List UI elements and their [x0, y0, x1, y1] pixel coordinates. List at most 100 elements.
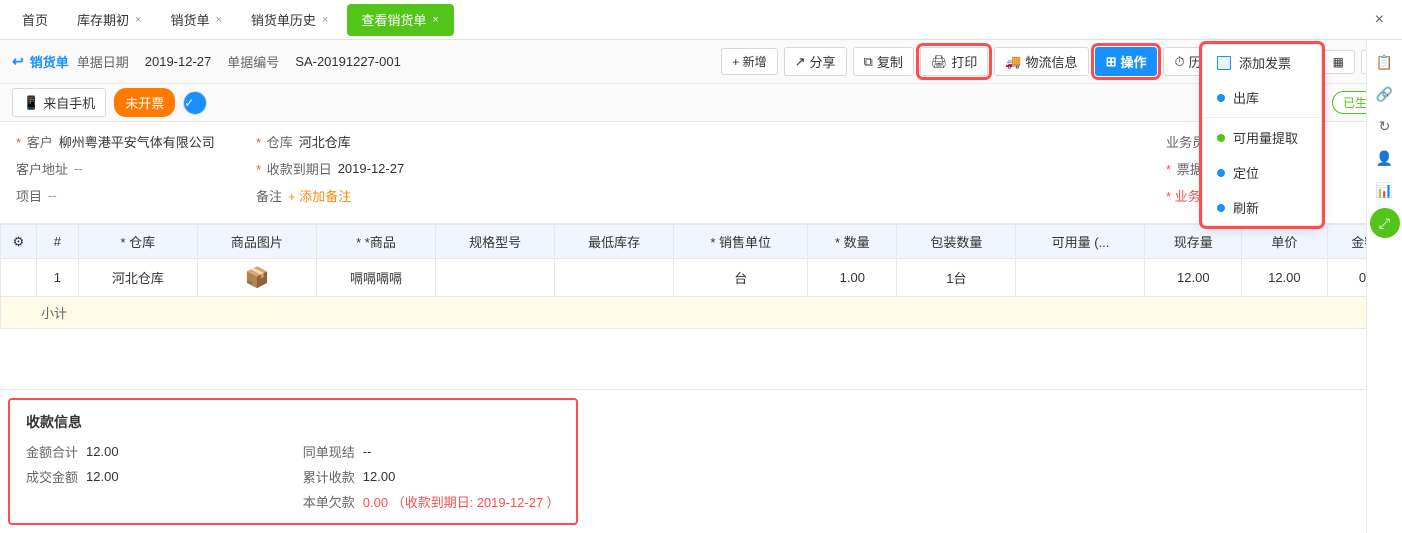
refresh-icon: [1217, 204, 1225, 212]
address-label: 客户地址: [16, 159, 68, 178]
total-value: 12.00: [86, 444, 119, 459]
row-unit: 台: [674, 259, 808, 297]
same-order-value: --: [363, 444, 372, 459]
current-stock-header: 现存量: [1145, 225, 1242, 259]
date-value: 2019-12-27: [145, 54, 212, 69]
toolbar2: 📱 来自手机 未开票 ✓ 已核销 已生效: [0, 84, 1402, 122]
sidebar-user-icon[interactable]: 👤: [1371, 144, 1399, 172]
confirm-button[interactable]: ✓: [183, 91, 207, 115]
subtotal-row: 小计: [1, 297, 1402, 329]
tab-close-sales[interactable]: ×: [215, 14, 221, 26]
row-gear: [1, 259, 37, 297]
add-remark-btn[interactable]: + 添加备注: [288, 186, 351, 205]
sidebar-link-icon[interactable]: 🔗: [1371, 80, 1399, 108]
print-icon: 🖨: [931, 54, 948, 70]
project-value: --: [48, 188, 57, 203]
logistics-button[interactable]: 🚚 物流信息: [994, 47, 1088, 76]
unit-header: * 销售单位: [674, 225, 808, 259]
payment-date-field: * 收款到期日 2019-12-27: [256, 159, 476, 178]
sidebar-clipboard-icon[interactable]: 📋: [1371, 48, 1399, 76]
payment-date-label: * 收款到期日: [256, 159, 332, 178]
warehouse-value: 河北仓库: [299, 132, 351, 151]
sidebar-expand-icon[interactable]: ⤢: [1370, 208, 1400, 238]
customer-label: * 客户: [16, 132, 53, 151]
tab-sales-order[interactable]: 销货单 ×: [156, 0, 236, 40]
sidebar-chart-icon[interactable]: 📊: [1371, 176, 1399, 204]
table-row: 1 河北仓库 📦 嗝嗝嗝嗝 台 1.00 1台 12.00 12.00 0.: [1, 259, 1402, 297]
tab-close-history[interactable]: ×: [322, 14, 328, 26]
dropdown-add-invoice[interactable]: 添加发票: [1203, 45, 1321, 80]
payment-grid: 金额合计 12.00 同单现结 -- 成交金额 12.00 累计收款 12.00: [26, 442, 560, 511]
history-icon: ⏱: [1174, 54, 1184, 70]
dropdown-locate[interactable]: 定位: [1203, 155, 1321, 190]
copy-icon: ⧉: [864, 54, 873, 70]
tab-sales-history[interactable]: 销货单历史 ×: [237, 0, 343, 40]
remark-field: 备注 + 添加备注: [256, 186, 476, 205]
row-product: 嗝嗝嗝嗝: [316, 259, 435, 297]
warehouse-header: * 仓库: [78, 225, 197, 259]
customer-value: 柳州粤港平安气体有限公司: [59, 132, 215, 151]
sidebar-refresh-icon[interactable]: ↻: [1371, 112, 1399, 140]
grid-icon: ⊞: [1106, 54, 1117, 70]
number-label: 单据编号: [227, 52, 279, 71]
transaction-row: 成交金额 12.00: [26, 467, 283, 486]
row-index: 1: [37, 259, 79, 297]
tab-close-view-sales[interactable]: ×: [432, 14, 438, 26]
window-close-btn[interactable]: ×: [1365, 11, 1394, 29]
row-min-stock: [555, 259, 674, 297]
date-label: 单据日期: [77, 52, 129, 71]
tab-home[interactable]: 首页: [8, 0, 63, 40]
row-spec: [436, 259, 555, 297]
outbound-icon: [1217, 94, 1225, 102]
doc-meta: 单据日期 2019-12-27 单据编号 SA-20191227-001: [77, 52, 401, 71]
tab-bar: 首页 库存期初 × 销货单 × 销货单历史 × 查看销货单 × ×: [0, 0, 1402, 40]
share-icon: ↗: [795, 54, 806, 70]
toolbar: ↩ 销货单 单据日期 2019-12-27 单据编号 SA-20191227-0…: [0, 40, 1402, 84]
dropdown-available-qty[interactable]: 可用量提取: [1203, 120, 1321, 155]
from-phone-button[interactable]: 📱 来自手机: [12, 88, 106, 117]
qty-header: * 数量: [808, 225, 897, 259]
current-debt-row: 本单欠款 0.00 （收款到期日: 2019-12-27 ）: [303, 492, 560, 511]
print-button[interactable]: 🖨 打印: [920, 47, 989, 76]
project-field: 项目 --: [16, 186, 236, 205]
dropdown-outbound[interactable]: 出库: [1203, 80, 1321, 115]
warehouse-label: * 仓库: [256, 132, 293, 151]
staff-label: 业务员: [1166, 132, 1205, 151]
payment-title: 收款信息: [26, 412, 560, 432]
plus-icon: +: [288, 189, 296, 204]
dropdown-refresh[interactable]: 刷新: [1203, 190, 1321, 225]
tab-view-sales[interactable]: 查看销货单 ×: [347, 4, 453, 36]
total-row: 金额合计 12.00: [26, 442, 283, 461]
product-header: * *商品: [316, 225, 435, 259]
row-image: 📦: [197, 259, 316, 297]
current-debt-value: 0.00 （收款到期日: 2019-12-27 ）: [363, 492, 560, 511]
not-open-button[interactable]: 未开票: [114, 88, 175, 117]
tab-close-inventory[interactable]: ×: [135, 14, 141, 26]
operate-button[interactable]: ⊞ 操作: [1095, 47, 1158, 76]
row-qty: 1.00: [808, 259, 897, 297]
unit-price-header: 单价: [1242, 225, 1327, 259]
form-area: * 客户 柳州粤港平安气体有限公司 * 仓库 河北仓库 业务员 演示账号 客户地…: [0, 122, 1402, 224]
grid-view-button[interactable]: ▦: [1322, 50, 1355, 74]
available-icon: [1217, 134, 1225, 142]
total-label: 金额合计: [26, 442, 78, 461]
menu-separator: [1203, 117, 1321, 118]
locate-icon: [1217, 169, 1225, 177]
available-header: 可用量 (...: [1016, 225, 1145, 259]
form-row-1: * 客户 柳州粤港平安气体有限公司 * 仓库 河北仓库 业务员 演示账号: [16, 132, 1386, 151]
doc-title: ↩ 销货单: [12, 52, 69, 71]
address-value: --: [74, 161, 83, 176]
image-header: 商品图片: [197, 225, 316, 259]
share-button[interactable]: ↗ 分享: [784, 47, 847, 76]
right-sidebar: 📋 🔗 ↻ 👤 📊 ⤢: [1366, 40, 1402, 533]
tab-inventory-init[interactable]: 库存期初 ×: [63, 0, 156, 40]
phone-icon: 📱: [23, 95, 39, 111]
transaction-label: 成交金额: [26, 467, 78, 486]
gear-header[interactable]: ⚙: [1, 225, 37, 259]
copy-button[interactable]: ⧉ 复制: [853, 47, 914, 76]
bottom-area: 收款信息 金额合计 12.00 同单现结 -- 成交金额 12.00 累计收款 …: [0, 389, 1402, 533]
form-row-2: 客户地址 -- * 收款到期日 2019-12-27 * 票据类型 不开票: [16, 159, 1386, 178]
min-stock-header: 最低库存: [555, 225, 674, 259]
subtotal-label: 小计: [1, 297, 1402, 329]
new-button[interactable]: + 新增: [721, 48, 777, 75]
